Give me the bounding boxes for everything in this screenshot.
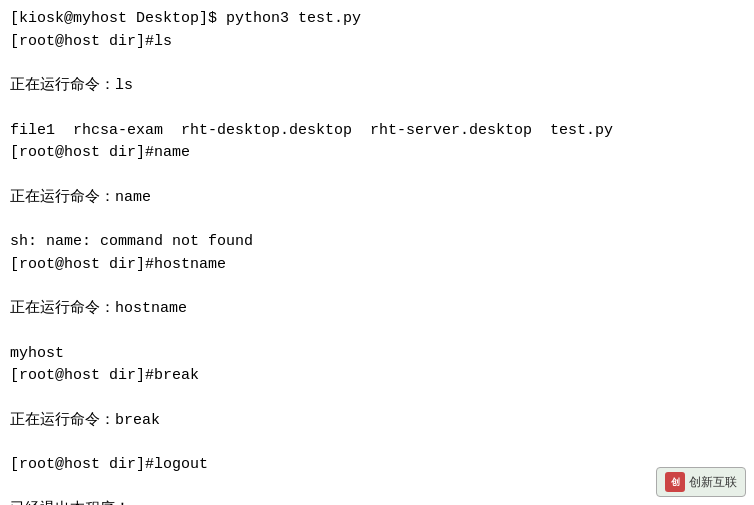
terminal-line: 正在运行命令：break xyxy=(10,410,744,433)
terminal-blank-line xyxy=(10,276,744,298)
terminal-blank-line xyxy=(10,165,744,187)
terminal-line: [root@host dir]#ls xyxy=(10,31,744,54)
terminal-blank-line xyxy=(10,98,744,120)
terminal-line: 正在运行命令：name xyxy=(10,187,744,210)
terminal-line: file1 rhcsa-exam rht-desktop.desktop rht… xyxy=(10,120,744,143)
terminal-line: [root@host dir]#name xyxy=(10,142,744,165)
terminal-blank-line xyxy=(10,53,744,75)
watermark-logo-text: 创 xyxy=(671,476,680,489)
watermark-logo: 创 xyxy=(665,472,685,492)
terminal-blank-line xyxy=(10,321,744,343)
terminal-line: 正在运行命令：ls xyxy=(10,75,744,98)
terminal-line: sh: name: command not found xyxy=(10,231,744,254)
terminal-line: [kiosk@myhost Desktop]$ python3 test.py xyxy=(10,8,744,31)
terminal-window: [kiosk@myhost Desktop]$ python3 test.py … xyxy=(0,0,754,505)
terminal-line: 已经退出本程序！ xyxy=(10,499,744,506)
watermark: 创 创新互联 xyxy=(656,467,746,497)
terminal-blank-line xyxy=(10,388,744,410)
terminal-line: 正在运行命令：hostname xyxy=(10,298,744,321)
terminal-blank-line xyxy=(10,209,744,231)
watermark-text: 创新互联 xyxy=(689,474,737,491)
terminal-line: [root@host dir]#hostname xyxy=(10,254,744,277)
terminal-blank-line xyxy=(10,477,744,499)
terminal-line: myhost xyxy=(10,343,744,366)
terminal-line: [root@host dir]#break xyxy=(10,365,744,388)
terminal-blank-line xyxy=(10,432,744,454)
terminal-line: [root@host dir]#logout xyxy=(10,454,744,477)
